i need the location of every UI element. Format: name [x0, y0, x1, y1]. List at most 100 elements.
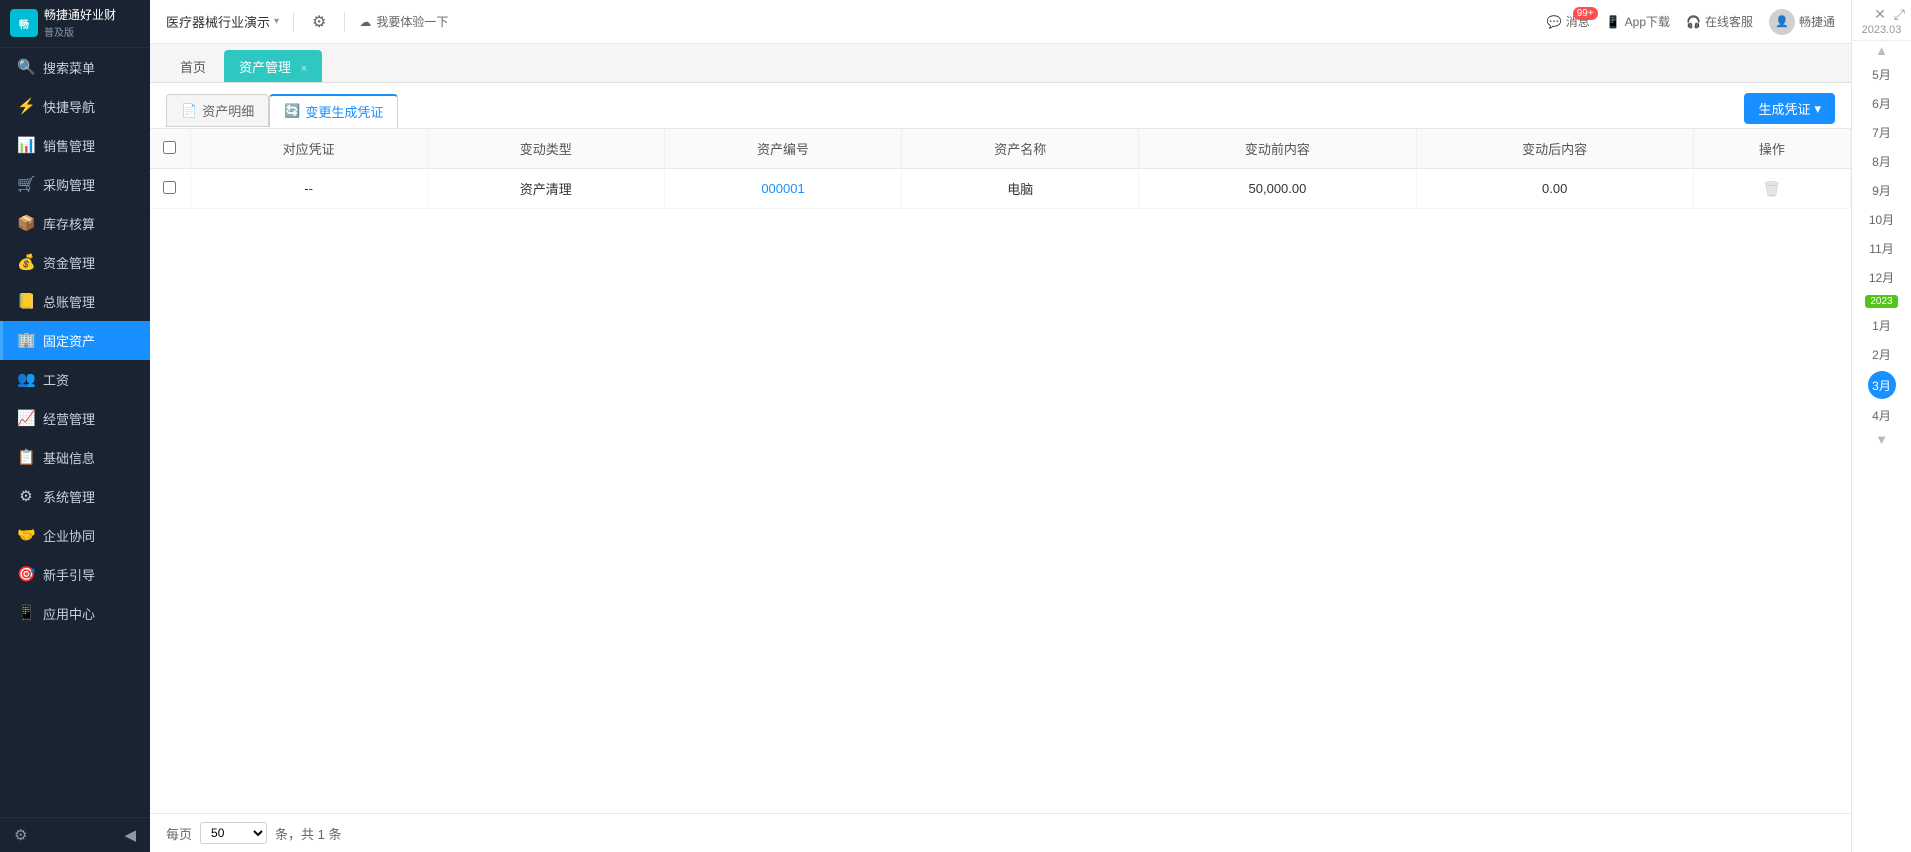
- sales-icon: 📊: [17, 136, 35, 154]
- timeline-month[interactable]: 2月: [1865, 340, 1897, 369]
- timeline-month[interactable]: 9月: [1865, 176, 1897, 205]
- sidebar-item-operations[interactable]: 📈经营管理: [0, 399, 150, 438]
- row-voucher: --: [190, 169, 427, 209]
- timeline: 5月6月7月8月9月10月11月12月 2023 1月2月3月4月: [1865, 60, 1897, 430]
- timeline-month[interactable]: 5月: [1865, 60, 1897, 89]
- sidebar-item-finance[interactable]: 💰资金管理: [0, 243, 150, 282]
- service-btn[interactable]: 🎧 在线客服: [1686, 13, 1753, 30]
- delete-row-btn[interactable]: 🗑: [1762, 181, 1781, 198]
- timeline-month[interactable]: 4月: [1865, 401, 1897, 430]
- sidebar-item-system[interactable]: ⚙系统管理: [0, 477, 150, 516]
- tab-asset-mgmt[interactable]: 资产管理 ×: [224, 50, 322, 82]
- payroll-icon: 👥: [17, 370, 35, 388]
- table-body: -- 资产清理 000001 电脑 50,000.00 0.00 🗑: [150, 169, 1851, 209]
- sidebar-bottom: ⚙ ◀: [0, 817, 150, 852]
- experience-label: 我要体验一下: [376, 13, 448, 30]
- sidebar-label-ledger: 总账管理: [43, 292, 95, 311]
- sidebar-label-fixed-assets: 固定资产: [43, 331, 95, 350]
- table-header-row: 对应凭证 变动类型 资产编号 资产名称 变动前内容 变动后内容 操作: [150, 129, 1851, 169]
- sidebar-item-quick-nav[interactable]: ⚡ 快捷导航: [0, 87, 150, 126]
- experience-btn[interactable]: ☁ 我要体验一下: [359, 13, 448, 30]
- panel-scroll-down-btn[interactable]: ▼: [1852, 430, 1911, 449]
- sidebar-item-ledger[interactable]: 📒 总账管理: [0, 282, 150, 321]
- sub-tab-asset-detail[interactable]: 📄 资产明细: [166, 94, 269, 127]
- tab-close-icon[interactable]: ×: [301, 63, 307, 75]
- sub-tabs: 📄 资产明细 🔄 变更生成凭证 生成凭证 ▾: [150, 83, 1851, 129]
- generate-voucher-label: 生成凭证: [1758, 99, 1810, 118]
- app-download-label: App下载: [1625, 13, 1670, 30]
- sidebar-label-finance: 资金管理: [43, 253, 95, 272]
- user-avatar: 👤: [1769, 9, 1795, 35]
- sidebar: 畅 畅捷通好业财 普及版 🔍搜索菜单⚡快捷导航📊销售管理🛒采购管理📦库存核算💰资…: [0, 0, 150, 852]
- timeline-month[interactable]: 1月: [1865, 311, 1897, 340]
- sidebar-collapse-icon[interactable]: ◀: [124, 826, 136, 844]
- sidebar-item-guide[interactable]: 🎯新手引导: [0, 555, 150, 594]
- sidebar-item-sales[interactable]: 📊销售管理: [0, 126, 150, 165]
- timeline-month[interactable]: 10月: [1865, 205, 1897, 234]
- app-download-btn[interactable]: 📱 App下载: [1606, 13, 1670, 30]
- sidebar-item-search[interactable]: 🔍搜索菜单: [0, 48, 150, 87]
- sidebar-label-apps: 应用中心: [43, 604, 95, 623]
- row-before: 50,000.00: [1139, 169, 1416, 209]
- message-btn[interactable]: 💬 消息 99+: [1547, 13, 1590, 30]
- sidebar-item-apps[interactable]: 📱应用中心: [0, 594, 150, 633]
- timeline-month[interactable]: 8月: [1865, 147, 1897, 176]
- row-asset-no: 000001: [664, 169, 901, 209]
- panel-controls: ✕ ⤢: [1872, 4, 1907, 25]
- sub-tab-asset-detail-label: 资产明细: [202, 101, 254, 120]
- close-panel-btn[interactable]: ✕: [1872, 4, 1888, 25]
- company-selector[interactable]: 医疗器械行业演示 ▾: [166, 12, 279, 31]
- sidebar-label-quick-nav: 快捷导航: [43, 97, 95, 116]
- timeline-active-month[interactable]: 3月: [1868, 371, 1896, 399]
- ledger-icon: 📒: [17, 292, 35, 310]
- sidebar-label-operations: 经营管理: [43, 409, 95, 428]
- table-wrapper: 对应凭证 变动类型 资产编号 资产名称 变动前内容 变动后内容 操作 -- 资产…: [150, 129, 1851, 813]
- inventory-icon: 📦: [17, 214, 35, 232]
- headset-icon: 🎧: [1686, 15, 1701, 29]
- sidebar-item-basic-info[interactable]: 📋 基础信息: [0, 438, 150, 477]
- timeline-month[interactable]: 6月: [1865, 89, 1897, 118]
- sidebar-label-purchase: 采购管理: [43, 175, 95, 194]
- user-menu[interactable]: 👤 畅捷通: [1769, 9, 1835, 35]
- sidebar-item-purchase[interactable]: 🛒采购管理: [0, 165, 150, 204]
- sidebar-nav: 🔍搜索菜单 ⚡ 快捷导航 📊销售管理🛒采购管理📦库存核算💰资金管理 📒 总账管理 🏢固定资产…: [0, 48, 150, 817]
- row-checkbox-cell: [150, 169, 190, 209]
- app-subtitle: 普及版: [44, 24, 116, 39]
- timeline-month[interactable]: 7月: [1865, 118, 1897, 147]
- row-checkbox-0[interactable]: [163, 181, 176, 194]
- sidebar-item-inventory[interactable]: 📦库存核算: [0, 204, 150, 243]
- sub-tab-change-voucher[interactable]: 🔄 变更生成凭证: [269, 94, 398, 128]
- user-name: 畅捷通: [1799, 13, 1835, 30]
- col-voucher: 对应凭证: [190, 129, 427, 169]
- col-change-type: 变动类型: [427, 129, 664, 169]
- col-asset-no: 资产编号: [664, 129, 901, 169]
- generate-voucher-btn[interactable]: 生成凭证 ▾: [1744, 93, 1835, 124]
- service-label: 在线客服: [1705, 13, 1753, 30]
- quick-nav-icon: ⚡: [17, 97, 35, 115]
- tab-asset-mgmt-label: 资产管理: [239, 60, 291, 75]
- col-checkbox: [150, 129, 190, 169]
- sidebar-item-enterprise[interactable]: 🤝企业协同: [0, 516, 150, 555]
- tab-home[interactable]: 首页: [166, 51, 220, 82]
- col-after: 变动后内容: [1416, 129, 1693, 169]
- sidebar-label-system: 系统管理: [43, 487, 95, 506]
- timeline-month[interactable]: 12月: [1865, 263, 1897, 292]
- row-actions: 🗑: [1693, 169, 1850, 209]
- tabbar: 首页 资产管理 ×: [150, 44, 1851, 83]
- basic-info-icon: 📋: [17, 448, 35, 466]
- app-title: 畅捷通好业财: [44, 8, 116, 24]
- search-icon: 🔍: [17, 58, 35, 76]
- sidebar-item-fixed-assets[interactable]: 🏢固定资产: [0, 321, 150, 360]
- page-size-select[interactable]: 50 10 20 100: [200, 822, 267, 844]
- sidebar-label-basic-info: 基础信息: [43, 448, 95, 467]
- panel-scroll-up-btn[interactable]: ▲: [1852, 41, 1911, 60]
- sidebar-settings-icon[interactable]: ⚙: [14, 826, 27, 844]
- sidebar-item-payroll[interactable]: 👥工资: [0, 360, 150, 399]
- topbar-separator2: [344, 12, 345, 32]
- main-area: 医疗器械行业演示 ▾ ⚙ ☁ 我要体验一下 💬 消息 99+ 📱 App下载 🎧…: [150, 0, 1851, 852]
- year-2023-badge[interactable]: 2023: [1865, 295, 1897, 308]
- timeline-month[interactable]: 11月: [1865, 234, 1897, 263]
- select-all-checkbox[interactable]: [163, 141, 176, 154]
- company-settings-icon[interactable]: ⚙: [308, 8, 330, 36]
- expand-panel-btn[interactable]: ⤢: [1892, 4, 1907, 25]
